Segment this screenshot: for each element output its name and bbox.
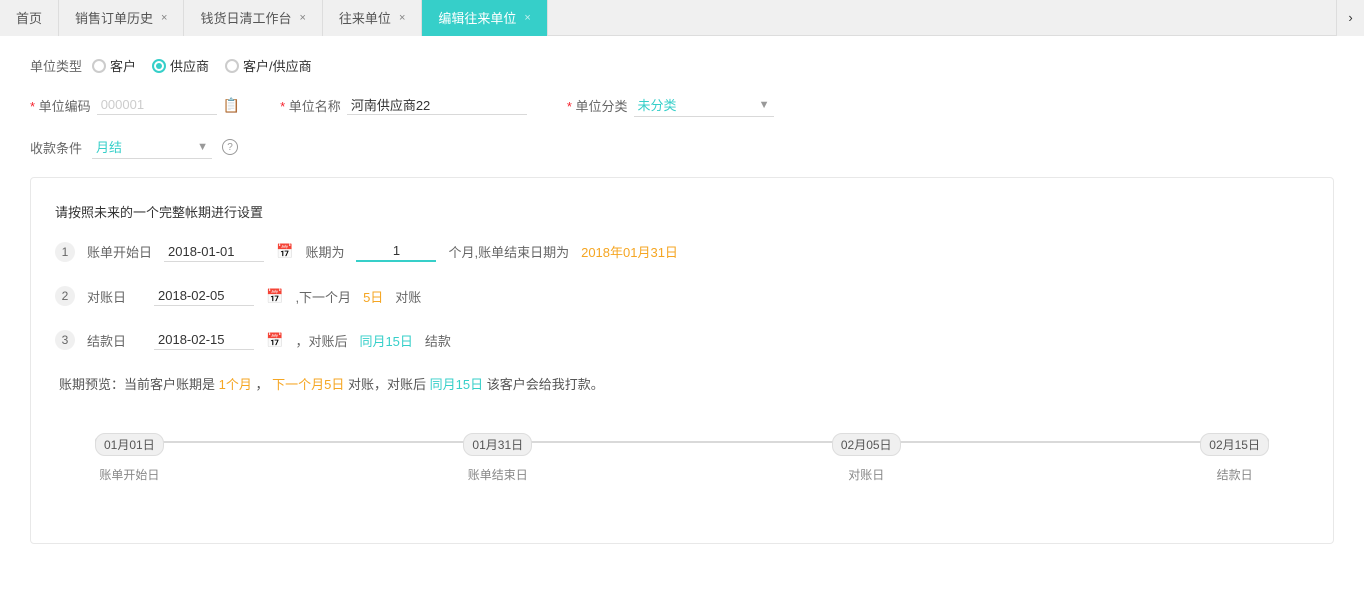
payment-condition-label: 收款条件 — [30, 138, 82, 157]
tab-cash-label: 钱货日清工作台 — [200, 8, 291, 27]
payment-day-highlight: 同月15日 — [359, 331, 412, 350]
node-label-3: 对账日 — [848, 466, 884, 483]
radio-customer-label: 客户 — [110, 56, 136, 75]
radio-both[interactable]: 客户/供应商 — [225, 56, 312, 75]
radio-supplier-label: 供应商 — [170, 56, 209, 75]
payment-prefix: ，对账后 — [295, 331, 347, 350]
period-for-text: 账期为 — [305, 242, 344, 261]
radio-customer[interactable]: 客户 — [92, 56, 136, 75]
period-row-2: 2 对账日 📅 ,下一个月 5日 对账 — [55, 286, 1309, 306]
period-settings-section: 请按照未来的一个完整帐期进行设置 1 账单开始日 📅 账期为 个月,账单结束日期… — [30, 177, 1334, 544]
period-num-1: 1 — [55, 242, 75, 262]
payment-condition-value: 月结 — [92, 135, 193, 158]
node-date-1: 01月01日 — [95, 433, 164, 456]
period-num-2: 2 — [55, 286, 75, 306]
section-title: 请按照未来的一个完整帐期进行设置 — [55, 202, 1309, 221]
node-date-4: 02月15日 — [1200, 433, 1269, 456]
unit-category-label: 单位分类 — [567, 96, 628, 115]
period-label-3: 结款日 — [87, 331, 142, 350]
reconcile-day-highlight: 5日 — [363, 287, 383, 306]
preview-text: 账期预览：当前客户账期是 1个月 ， 下一个月5日 对账，对账后 同月15日 该… — [55, 374, 1309, 393]
preview-sep1: ， — [256, 377, 269, 392]
node-label-1: 账单开始日 — [99, 466, 159, 483]
unit-code-group: 单位编码 📋 — [30, 95, 240, 115]
unit-category-select[interactable]: 未分类 ▼ — [634, 93, 774, 117]
reconcile-suffix: 对账 — [395, 287, 421, 306]
node-date-2: 01月31日 — [463, 433, 532, 456]
radio-supplier[interactable]: 供应商 — [152, 56, 209, 75]
timeline-node-2: 01月31日 账单结束日 — [463, 433, 532, 483]
preview-mid: 对账，对账后 — [348, 377, 430, 392]
tab-home[interactable]: 首页 — [0, 0, 59, 36]
tab-cash-close[interactable]: × — [299, 12, 305, 24]
tab-partner-label: 往来单位 — [339, 8, 391, 27]
end-date-highlight: 2018年01月31日 — [581, 242, 678, 261]
tab-sales-order-history[interactable]: 销售订单历史 × — [59, 0, 184, 36]
period-row-3: 3 结款日 📅 ，对账后 同月15日 结款 — [55, 330, 1309, 350]
unit-code-input[interactable] — [97, 95, 217, 115]
page-content: 单位类型 客户 供应商 客户/供应商 单位编码 📋 单位名称 — [0, 36, 1364, 608]
start-date-calendar-icon[interactable]: 📅 — [276, 243, 293, 260]
unit-name-group: 单位名称 — [280, 95, 527, 115]
node-label-4: 结款日 — [1217, 466, 1253, 483]
tab-partner-units[interactable]: 往来单位 × — [323, 0, 422, 36]
tab-more-button[interactable]: › — [1336, 0, 1364, 36]
tab-edit-label: 编辑往来单位 — [438, 8, 516, 27]
tab-edit-partner[interactable]: 编辑往来单位 × — [422, 0, 547, 36]
period-months-label: 个月,账单结束日期为 — [448, 242, 569, 261]
start-date-input[interactable] — [164, 242, 264, 262]
unit-type-radio-group: 客户 供应商 客户/供应商 — [92, 56, 312, 75]
preview-label: 账期预览：当前客户账期是 — [59, 377, 215, 392]
timeline-wrapper: 01月01日 账单开始日 01月31日 账单结束日 02月05日 对账日 02月… — [55, 413, 1309, 523]
unit-category-arrow-icon: ▼ — [755, 99, 774, 111]
payment-condition-row: 收款条件 月结 ▼ ? — [30, 135, 1334, 159]
timeline-node-1: 01月01日 账单开始日 — [95, 433, 164, 483]
tabs-bar: 首页 销售订单历史 × 钱货日清工作台 × 往来单位 × 编辑往来单位 × › — [0, 0, 1364, 36]
tab-sales-close[interactable]: × — [161, 12, 167, 24]
radio-customer-circle — [92, 59, 106, 73]
timeline-nodes: 01月01日 账单开始日 01月31日 账单结束日 02月05日 对账日 02月… — [95, 433, 1269, 483]
period-num-3: 3 — [55, 330, 75, 350]
unit-category-group: 单位分类 未分类 ▼ — [567, 93, 774, 117]
node-date-3: 02月05日 — [832, 433, 901, 456]
radio-supplier-circle — [152, 59, 166, 73]
tab-cash-work[interactable]: 钱货日清工作台 × — [184, 0, 322, 36]
radio-both-label: 客户/供应商 — [243, 56, 312, 75]
reconcile-date-input[interactable] — [154, 286, 254, 306]
tab-sales-label: 销售订单历史 — [75, 8, 153, 27]
payment-suffix: 结款 — [425, 331, 451, 350]
payment-condition-select[interactable]: 月结 ▼ — [92, 135, 212, 159]
unit-category-value: 未分类 — [634, 93, 755, 116]
payment-date-calendar-icon[interactable]: 📅 — [266, 332, 283, 349]
period-label-2: 对账日 — [87, 287, 142, 306]
reconcile-date-calendar-icon[interactable]: 📅 — [266, 288, 283, 305]
payment-date-input[interactable] — [154, 330, 254, 350]
preview-end: 该客户会给我打款。 — [487, 377, 604, 392]
months-input[interactable] — [356, 241, 436, 262]
tab-home-label: 首页 — [16, 8, 42, 27]
unit-code-label: 单位编码 — [30, 96, 91, 115]
period-label-1: 账单开始日 — [87, 242, 152, 261]
preview-day: 下一个月5日 — [272, 377, 344, 392]
preview-months: 1个月 — [219, 377, 252, 392]
payment-help-icon[interactable]: ? — [222, 139, 238, 155]
unit-type-label: 单位类型 — [30, 56, 82, 75]
timeline-node-4: 02月15日 结款日 — [1200, 433, 1269, 483]
tab-edit-close[interactable]: × — [524, 12, 530, 24]
reconcile-prefix: ,下一个月 — [295, 287, 351, 306]
radio-both-circle — [225, 59, 239, 73]
timeline-node-3: 02月05日 对账日 — [832, 433, 901, 483]
tab-partner-close[interactable]: × — [399, 12, 405, 24]
period-row-1: 1 账单开始日 📅 账期为 个月,账单结束日期为 2018年01月31日 — [55, 241, 1309, 262]
preview-same-day: 同月15日 — [430, 377, 483, 392]
unit-type-row: 单位类型 客户 供应商 客户/供应商 — [30, 56, 1334, 75]
unit-name-label: 单位名称 — [280, 96, 341, 115]
payment-condition-arrow-icon: ▼ — [193, 141, 212, 153]
node-label-2: 账单结束日 — [468, 466, 528, 483]
unit-name-input[interactable] — [347, 95, 527, 115]
unit-code-calendar-icon[interactable]: 📋 — [223, 97, 240, 114]
unit-info-row: 单位编码 📋 单位名称 单位分类 未分类 ▼ — [30, 93, 1334, 117]
